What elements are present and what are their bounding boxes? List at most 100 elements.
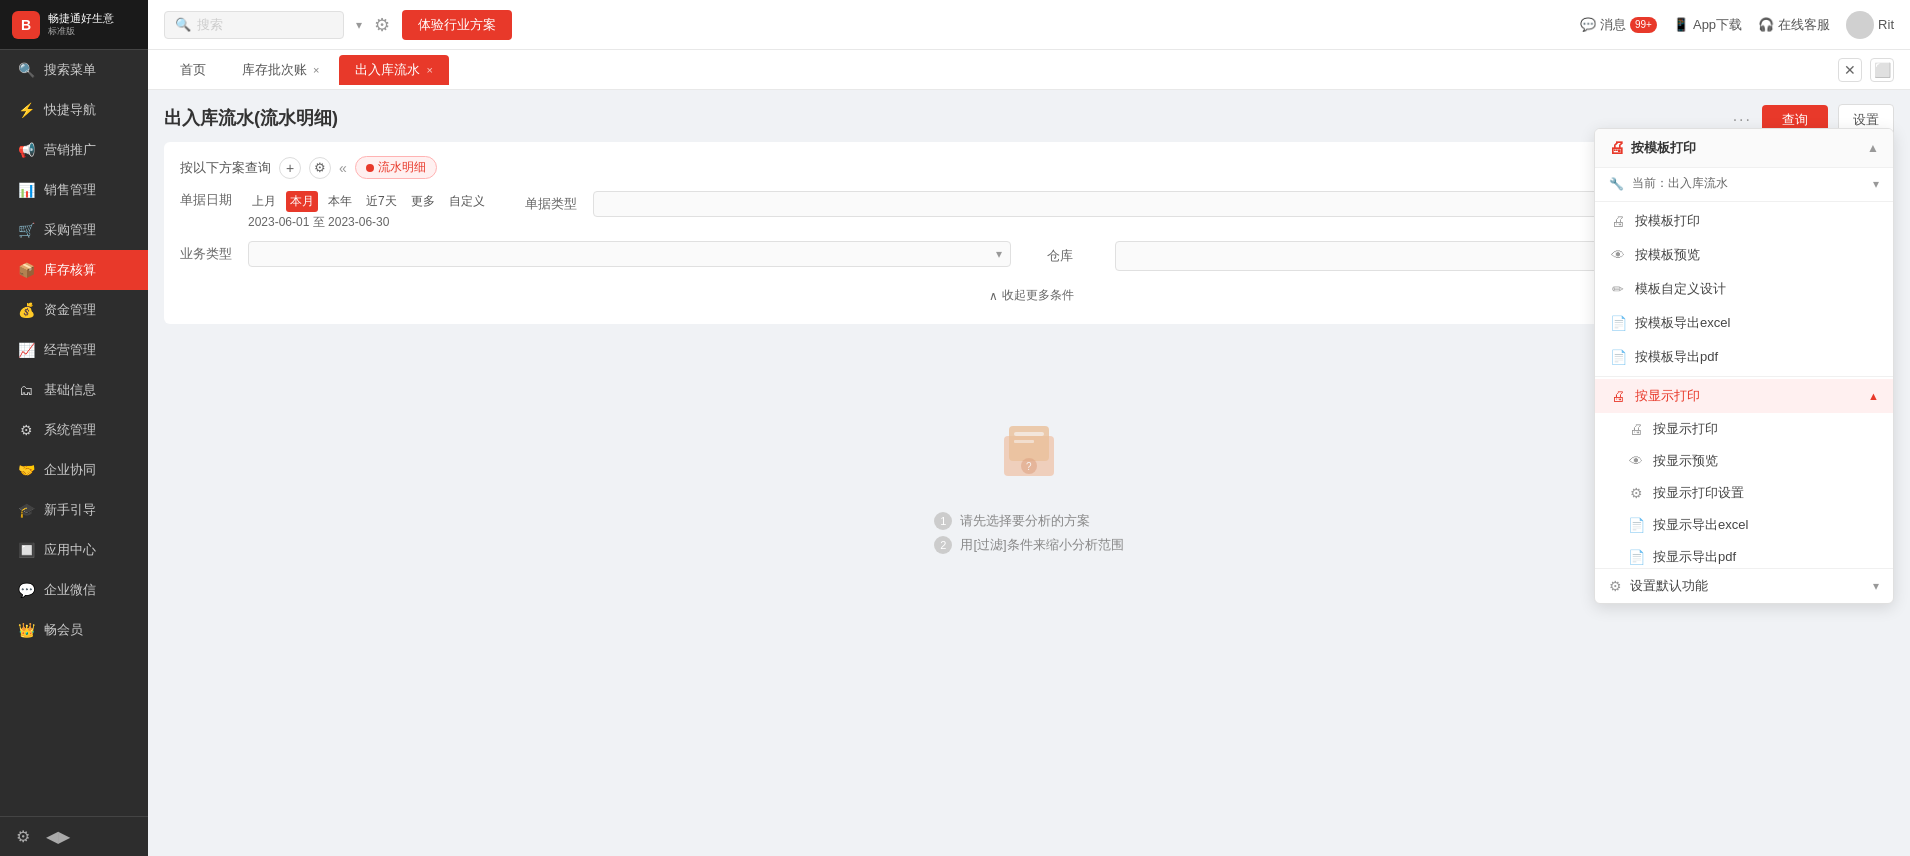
filter-settings-btn[interactable]: ⚙ [309, 157, 331, 179]
dp-display-print[interactable]: 🖨 按显示打印 [1595, 413, 1893, 445]
shortcut-7days[interactable]: 近7天 [362, 191, 401, 212]
page-title: 出入库流水(流水明细) [164, 106, 1894, 130]
dp-current-template[interactable]: 🔧 当前：出入库流水 ▾ [1595, 168, 1893, 199]
sidebar-icon-system: ⚙ [16, 420, 36, 440]
dp-title: 🖨 按模板打印 [1609, 139, 1696, 157]
sidebar-item-cooperation[interactable]: 🤝 企业协同 [0, 450, 148, 490]
app-logo: B 畅捷通好生意 标准版 [0, 0, 148, 50]
dp-display-section-arrow[interactable]: ▲ [1868, 390, 1879, 402]
filter-add-btn[interactable]: + [279, 157, 301, 179]
toolbar-more-icon[interactable]: ··· [1733, 111, 1752, 129]
tab-home-label: 首页 [180, 61, 206, 79]
dp-item-template-print[interactable]: 🖨 按模板打印 [1595, 204, 1893, 238]
step-2-label: 用[过滤]条件来缩小分析范围 [960, 536, 1123, 554]
biz-type-label: 业务类型 [180, 245, 240, 263]
window-maximize-btn[interactable]: ⬜ [1870, 58, 1894, 82]
headset-icon: 🎧 [1758, 17, 1774, 32]
dp-template-custom-label: 模板自定义设计 [1635, 280, 1726, 298]
biz-type-select[interactable]: ▾ [248, 241, 1011, 267]
sidebar-label-finance: 资金管理 [44, 301, 96, 319]
dropdown-panel: 🖨 按模板打印 ▲ 🔧 当前：出入库流水 ▾ 🖨 按模板打印 � [1594, 128, 1894, 604]
online-service-btn[interactable]: 🎧 在线客服 [1758, 16, 1830, 34]
dp-current-arrow[interactable]: ▾ [1873, 177, 1879, 191]
dp-divider-2 [1595, 376, 1893, 377]
sidebar-item-quick-nav[interactable]: ⚡ 快捷导航 [0, 90, 148, 130]
shortcut-more[interactable]: 更多 [407, 191, 439, 212]
dp-footer-arrow[interactable]: ▾ [1873, 579, 1879, 593]
sidebar-label-enterprise-wechat: 企业微信 [44, 581, 96, 599]
app-download-btn[interactable]: 📱 App下载 [1673, 16, 1742, 34]
dp-display-settings[interactable]: ⚙ 按显示打印设置 [1595, 477, 1893, 509]
sidebar-item-system[interactable]: ⚙ 系统管理 [0, 410, 148, 450]
svg-rect-3 [1014, 440, 1034, 443]
dp-item-template-pdf[interactable]: 📄 按模板导出pdf [1595, 340, 1893, 374]
sidebar-icon-guide: 🎓 [16, 500, 36, 520]
tab-batch-account-close[interactable]: × [313, 64, 319, 76]
sidebar-item-marketing[interactable]: 📢 营销推广 [0, 130, 148, 170]
topbar-dropdown-icon[interactable]: ▾ [356, 18, 362, 32]
footer-menu-icon[interactable]: ◀▶ [46, 827, 70, 846]
dp-display-preview-icon: 👁 [1627, 453, 1645, 469]
page-content: 出入库流水(流水明细) 按以下方案查询 + ⚙ « 流水明细 单据日期 [148, 90, 1910, 856]
user-avatar-area[interactable]: Rit [1846, 11, 1894, 39]
filter-title: 按以下方案查询 [180, 159, 271, 177]
dp-display-section-header[interactable]: 🖨 按显示打印 ▲ [1595, 379, 1893, 413]
filter-tag[interactable]: 流水明细 [355, 156, 437, 179]
dp-display-excel-icon: 📄 [1627, 517, 1645, 533]
dp-display-preview[interactable]: 👁 按显示预览 [1595, 445, 1893, 477]
sidebar-item-operation[interactable]: 📈 经营管理 [0, 330, 148, 370]
svg-text:?: ? [1026, 461, 1032, 472]
sidebar-item-inventory[interactable]: 📦 库存核算 [0, 250, 148, 290]
tab-inout-flow[interactable]: 出入库流水 × [339, 55, 448, 85]
dp-item-template-custom[interactable]: ✏ 模板自定义设计 [1595, 272, 1893, 306]
message-label: 消息 [1600, 16, 1626, 34]
sidebar-item-enterprise-wechat[interactable]: 💬 企业微信 [0, 570, 148, 610]
dp-footer[interactable]: ⚙ 设置默认功能 ▾ [1595, 568, 1893, 603]
biz-type-arrow: ▾ [996, 247, 1002, 261]
tab-inout-flow-label: 出入库流水 [355, 61, 420, 79]
dp-collapse-icon[interactable]: ▲ [1867, 141, 1879, 155]
sidebar-item-basic[interactable]: 🗂 基础信息 [0, 370, 148, 410]
shortcut-this-year[interactable]: 本年 [324, 191, 356, 212]
collapse-icon: ∧ [989, 289, 998, 303]
shortcut-last-month[interactable]: 上月 [248, 191, 280, 212]
sidebar-label-inventory: 库存核算 [44, 261, 96, 279]
topbar-settings-icon[interactable]: ⚙ [374, 14, 390, 36]
phone-icon: 📱 [1673, 17, 1689, 32]
sidebar-icon-enterprise-wechat: 💬 [16, 580, 36, 600]
trial-button[interactable]: 体验行业方案 [402, 10, 512, 40]
tab-batch-account[interactable]: 库存批次账 × [226, 55, 335, 85]
sidebar-label-cooperation: 企业协同 [44, 461, 96, 479]
sidebar-item-member[interactable]: 👑 畅会员 [0, 610, 148, 650]
sidebar-item-finance[interactable]: 💰 资金管理 [0, 290, 148, 330]
shortcut-custom[interactable]: 自定义 [445, 191, 489, 212]
sidebar-item-purchase[interactable]: 🛒 采购管理 [0, 210, 148, 250]
filter-collapse-icon[interactable]: « [339, 160, 347, 176]
date-shortcuts: 上月 本月 本年 近7天 更多 自定义 [248, 191, 489, 212]
sidebar-item-guide[interactable]: 🎓 新手引导 [0, 490, 148, 530]
message-btn[interactable]: 💬 消息 99+ [1580, 16, 1657, 34]
dp-display-print-label: 按显示打印 [1653, 420, 1718, 438]
dp-display-pdf[interactable]: 📄 按显示导出pdf [1595, 541, 1893, 568]
logo-sub: 标准版 [48, 25, 114, 38]
dp-title-label: 按模板打印 [1631, 139, 1696, 157]
dp-template-excel-label: 按模板导出excel [1635, 314, 1730, 332]
sidebar-icon-basic: 🗂 [16, 380, 36, 400]
dp-display-settings-label: 按显示打印设置 [1653, 484, 1744, 502]
tab-home[interactable]: 首页 [164, 55, 222, 85]
sidebar-item-search[interactable]: 🔍 搜索菜单 [0, 50, 148, 90]
sidebar-label-app-center: 应用中心 [44, 541, 96, 559]
tab-inout-flow-close[interactable]: × [426, 64, 432, 76]
window-close-btn[interactable]: ✕ [1838, 58, 1862, 82]
dp-display-section-label: 按显示打印 [1635, 387, 1700, 405]
empty-step-1: 1 请先选择要分析的方案 [934, 512, 1123, 530]
footer-settings-icon[interactable]: ⚙ [16, 827, 30, 846]
dp-item-template-excel[interactable]: 📄 按模板导出excel [1595, 306, 1893, 340]
sidebar-item-sales[interactable]: 📊 销售管理 [0, 170, 148, 210]
shortcut-this-month[interactable]: 本月 [286, 191, 318, 212]
topbar: 🔍 搜索 ▾ ⚙ 体验行业方案 💬 消息 99+ 📱 App下载 🎧 在线客服 … [148, 0, 1910, 50]
sidebar-item-app-center[interactable]: 🔲 应用中心 [0, 530, 148, 570]
dp-item-template-preview[interactable]: 👁 按模板预览 [1595, 238, 1893, 272]
dp-display-excel[interactable]: 📄 按显示导出excel [1595, 509, 1893, 541]
topbar-search[interactable]: 🔍 搜索 [164, 11, 344, 39]
